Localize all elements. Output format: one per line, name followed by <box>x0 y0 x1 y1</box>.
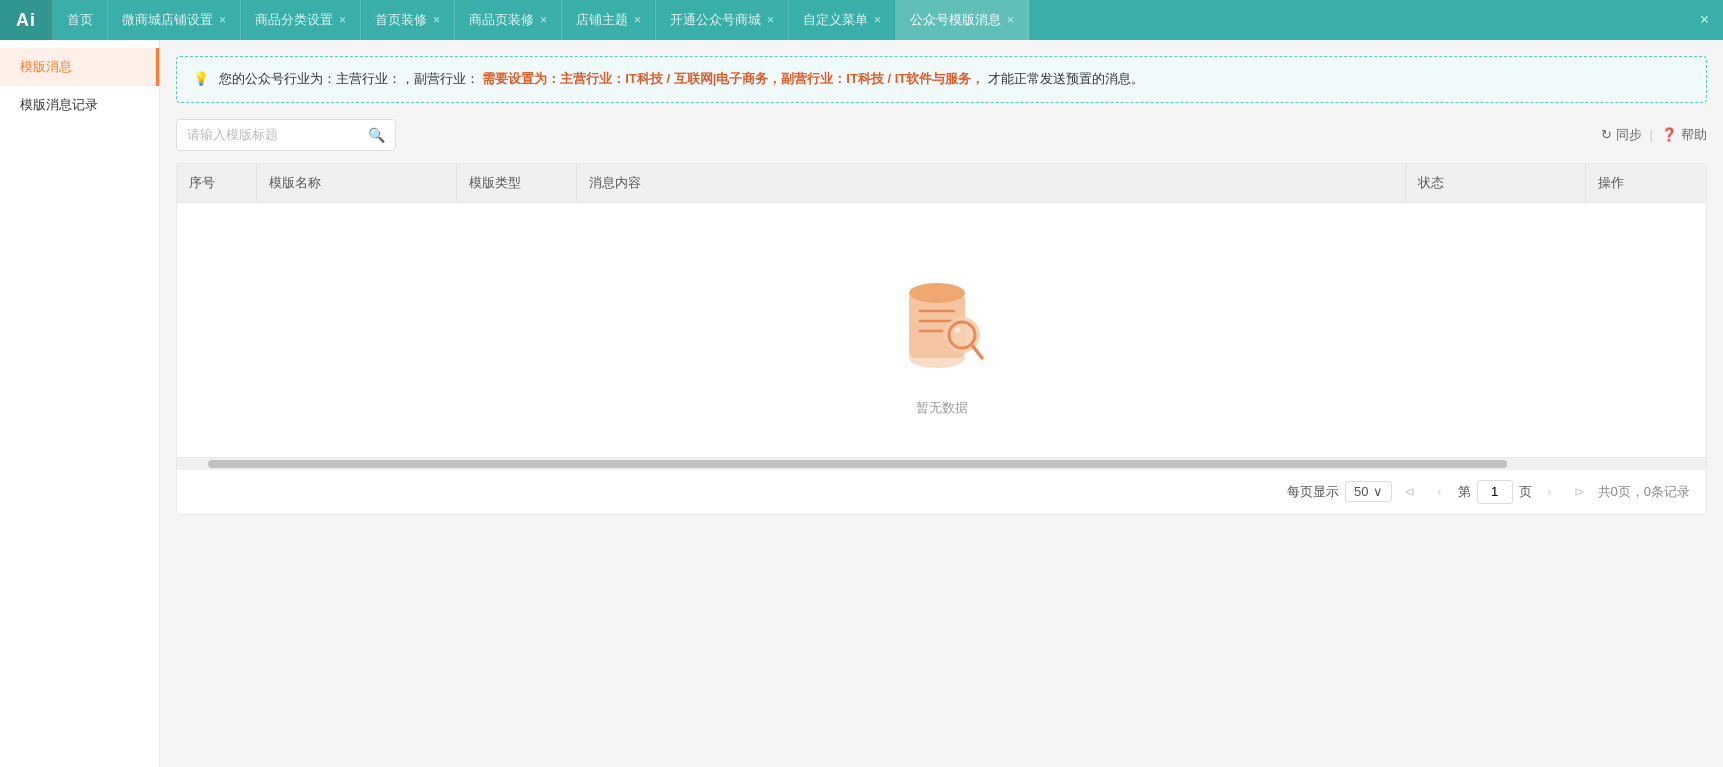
pagination: 每页显示 50 ∨ ⊲ ‹ 第 页 › ⊳ 共0页，0条记录 <box>177 469 1706 514</box>
search-input[interactable] <box>187 127 368 142</box>
col-seq: 序号 <box>177 164 257 202</box>
tab-item-home-decor[interactable]: 首页装修 × <box>361 0 455 40</box>
tab-item-open-mall[interactable]: 开通公众号商城 × <box>656 0 789 40</box>
page-size-select[interactable]: 50 ∨ <box>1345 481 1391 502</box>
sidebar-item-template-msg[interactable]: 模版消息 <box>0 48 159 86</box>
page-di-label: 第 <box>1458 483 1471 501</box>
total-info: 共0页，0条记录 <box>1598 483 1690 501</box>
notice-text-prefix: 您的公众号行业为：主营行业：，副营行业： <box>219 71 479 86</box>
tab-item-wshop-settings[interactable]: 微商城店铺设置 × <box>108 0 241 40</box>
tab-close-custom-menu[interactable]: × <box>874 14 881 26</box>
col-type: 模版类型 <box>457 164 577 202</box>
tab-close-product-decor[interactable]: × <box>540 14 547 26</box>
table-header: 序号 模版名称 模版类型 消息内容 状态 操作 <box>177 164 1706 203</box>
col-name: 模版名称 <box>257 164 457 202</box>
page-label: 页 <box>1519 483 1532 501</box>
app-logo: Ai <box>0 0 53 40</box>
sync-label: 同步 <box>1616 126 1642 144</box>
col-content: 消息内容 <box>577 164 1406 202</box>
sidebar: 模版消息模版消息记录 <box>0 40 160 767</box>
data-table: 序号 模版名称 模版类型 消息内容 状态 操作 <box>176 163 1707 515</box>
toolbar-right: ↻ 同步 | ❓ 帮助 <box>1601 126 1707 144</box>
divider: | <box>1650 127 1653 142</box>
horizontal-scrollbar[interactable] <box>177 457 1706 469</box>
page-size-value: 50 <box>1354 484 1368 499</box>
scrollbar-thumb[interactable] <box>208 460 1508 468</box>
last-page-button[interactable]: ⊳ <box>1568 480 1592 504</box>
first-page-button[interactable]: ⊲ <box>1398 480 1422 504</box>
dropdown-icon: ∨ <box>1373 484 1383 499</box>
search-box[interactable]: 🔍 <box>176 119 396 151</box>
tab-item-home[interactable]: 首页 <box>53 0 108 40</box>
sidebar-items: 模版消息模版消息记录 <box>0 48 159 124</box>
tab-close-wshop-settings[interactable]: × <box>219 14 226 26</box>
help-label: 帮助 <box>1681 126 1707 144</box>
main-content: 💡 您的公众号行业为：主营行业：，副营行业： 需要设置为：主营行业：IT科技 /… <box>160 40 1723 767</box>
notice-banner: 💡 您的公众号行业为：主营行业：，副营行业： 需要设置为：主营行业：IT科技 /… <box>176 56 1707 103</box>
empty-text: 暂无数据 <box>916 399 968 417</box>
empty-illustration <box>882 263 1002 383</box>
refresh-icon: ↻ <box>1601 127 1612 142</box>
page-number-input[interactable] <box>1477 480 1513 504</box>
col-action: 操作 <box>1586 164 1706 202</box>
prev-page-button[interactable]: ‹ <box>1428 480 1452 504</box>
tab-close-product-category[interactable]: × <box>339 14 346 26</box>
main-layout: 模版消息模版消息记录 💡 您的公众号行业为：主营行业：，副营行业： 需要设置为：… <box>0 40 1723 767</box>
tabs-container: 首页微商城店铺设置 ×商品分类设置 ×首页装修 ×商品页装修 ×店铺主题 ×开通… <box>53 0 1686 40</box>
tab-item-product-category[interactable]: 商品分类设置 × <box>241 0 361 40</box>
notice-text-suffix: 才能正常发送预置的消息。 <box>988 71 1144 86</box>
help-icon: ❓ <box>1661 127 1677 142</box>
svg-point-2 <box>909 283 965 303</box>
notice-highlight: 需要设置为：主营行业：IT科技 / 互联网|电子商务，副营行业：IT科技 / I… <box>482 71 984 86</box>
tab-item-product-decor[interactable]: 商品页装修 × <box>455 0 562 40</box>
tab-bar: Ai 首页微商城店铺设置 ×商品分类设置 ×首页装修 ×商品页装修 ×店铺主题 … <box>0 0 1723 40</box>
tab-close-open-mall[interactable]: × <box>767 14 774 26</box>
empty-state: 暂无数据 <box>177 203 1706 457</box>
sync-button[interactable]: ↻ 同步 <box>1601 126 1642 144</box>
help-button[interactable]: ❓ 帮助 <box>1661 126 1707 144</box>
col-status: 状态 <box>1406 164 1586 202</box>
search-icon[interactable]: 🔍 <box>368 127 385 143</box>
page-size-label: 每页显示 <box>1287 483 1339 501</box>
tab-close-home-decor[interactable]: × <box>433 14 440 26</box>
notice-icon: 💡 <box>193 71 209 86</box>
toolbar: 🔍 ↻ 同步 | ❓ 帮助 <box>176 119 1707 151</box>
svg-point-9 <box>954 327 960 333</box>
tab-item-custom-menu[interactable]: 自定义菜单 × <box>789 0 896 40</box>
svg-line-8 <box>972 345 982 358</box>
tab-item-template-msg[interactable]: 公众号模版消息 × <box>896 0 1029 40</box>
tab-item-shop-theme[interactable]: 店铺主题 × <box>562 0 656 40</box>
tab-close-shop-theme[interactable]: × <box>634 14 641 26</box>
global-close-button[interactable]: × <box>1686 11 1723 29</box>
next-page-button[interactable]: › <box>1538 480 1562 504</box>
tab-close-template-msg[interactable]: × <box>1007 14 1014 26</box>
sidebar-item-template-msg-record[interactable]: 模版消息记录 <box>0 86 159 124</box>
